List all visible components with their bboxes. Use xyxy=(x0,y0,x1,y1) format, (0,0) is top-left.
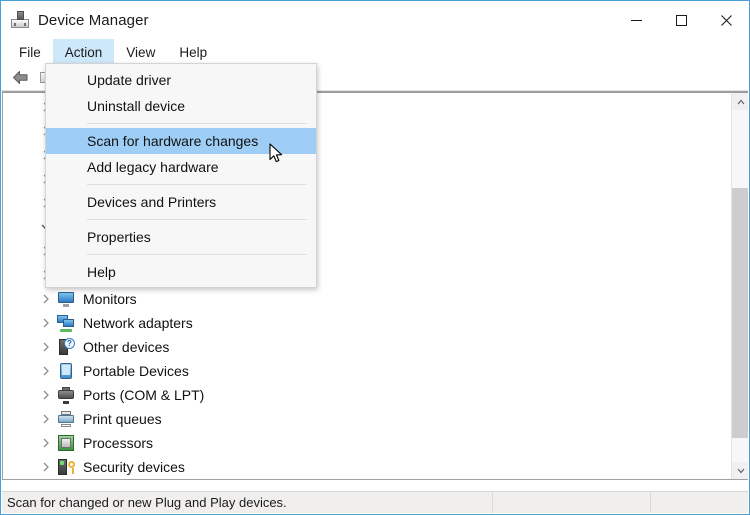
chevron-right-icon[interactable] xyxy=(39,414,53,424)
menu-help[interactable]: Help xyxy=(167,39,219,65)
menu-separator xyxy=(87,219,307,220)
chevron-right-icon[interactable] xyxy=(39,438,53,448)
network-adapter-icon xyxy=(57,314,75,332)
back-button[interactable] xyxy=(7,67,33,89)
minimize-icon xyxy=(631,19,642,21)
device-manager-icon xyxy=(11,11,29,29)
chevron-right-icon[interactable] xyxy=(39,390,53,400)
menu-item-update-driver[interactable]: Update driver xyxy=(46,67,316,93)
close-button[interactable] xyxy=(704,1,749,39)
list-item-label: Security devices xyxy=(83,459,185,475)
minimize-button[interactable] xyxy=(614,1,659,39)
status-segment-3 xyxy=(650,492,748,513)
list-item-label: Portable Devices xyxy=(83,363,189,379)
menu-item-scan-for-hardware-changes[interactable]: Scan for hardware changes xyxy=(46,128,316,154)
unknown-device-icon: ? xyxy=(57,338,75,356)
chevron-right-icon[interactable] xyxy=(39,342,53,352)
action-dropdown-menu: Update driver Uninstall device Scan for … xyxy=(45,63,317,288)
window-title: Device Manager xyxy=(38,11,149,29)
menu-item-uninstall-device[interactable]: Uninstall device xyxy=(46,93,316,119)
security-device-icon xyxy=(57,458,75,476)
scroll-up-button[interactable] xyxy=(732,93,748,110)
menu-view[interactable]: View xyxy=(114,39,167,65)
list-item[interactable]: Security devices xyxy=(3,455,731,479)
status-bar: Scan for changed or new Plug and Play de… xyxy=(2,491,748,513)
processor-icon xyxy=(57,434,75,452)
list-item-label: Ports (COM & LPT) xyxy=(83,387,205,403)
menu-separator xyxy=(87,123,307,124)
title-bar: Device Manager xyxy=(1,1,749,39)
list-item[interactable]: Portable Devices xyxy=(3,359,731,383)
vertical-scrollbar[interactable] xyxy=(731,92,748,479)
portable-device-icon xyxy=(57,362,75,380)
printer-icon xyxy=(57,410,75,428)
list-item[interactable]: Ports (COM & LPT) xyxy=(3,383,731,407)
chevron-right-icon[interactable] xyxy=(39,366,53,376)
chevron-right-icon[interactable] xyxy=(39,318,53,328)
menu-item-help[interactable]: Help xyxy=(46,259,316,285)
maximize-button[interactable] xyxy=(659,1,704,39)
menu-bar: File Action View Help xyxy=(1,39,749,65)
chevron-right-icon[interactable] xyxy=(39,462,53,472)
menu-item-properties[interactable]: Properties xyxy=(46,224,316,250)
port-icon xyxy=(57,386,75,404)
back-arrow-icon xyxy=(12,71,27,84)
list-item-label: Network adapters xyxy=(83,315,193,331)
status-message: Scan for changed or new Plug and Play de… xyxy=(7,495,287,510)
menu-item-devices-and-printers[interactable]: Devices and Printers xyxy=(46,189,316,215)
scrollbar-thumb[interactable] xyxy=(732,188,748,438)
device-manager-window: Device Manager File Action View Help Mon… xyxy=(0,0,750,515)
list-item[interactable]: Processors xyxy=(3,431,731,455)
menu-file[interactable]: File xyxy=(7,39,53,65)
list-item[interactable]: ? Other devices xyxy=(3,335,731,359)
maximize-icon xyxy=(676,14,687,26)
scroll-down-button[interactable] xyxy=(732,462,748,479)
chevron-right-icon[interactable] xyxy=(39,294,53,304)
status-segment-2 xyxy=(492,492,650,513)
scroll-up-icon xyxy=(737,99,744,104)
list-item[interactable]: Monitors xyxy=(3,287,731,311)
close-icon xyxy=(721,14,732,26)
list-item[interactable]: Print queues xyxy=(3,407,731,431)
menu-item-add-legacy-hardware[interactable]: Add legacy hardware xyxy=(46,154,316,180)
scroll-down-icon xyxy=(737,468,744,473)
menu-separator xyxy=(87,184,307,185)
window-controls xyxy=(614,1,749,39)
monitor-icon xyxy=(57,290,75,308)
menu-separator xyxy=(87,254,307,255)
menu-action[interactable]: Action xyxy=(52,39,115,65)
list-item-label: Other devices xyxy=(83,339,170,355)
list-item[interactable]: Network adapters xyxy=(3,311,731,335)
